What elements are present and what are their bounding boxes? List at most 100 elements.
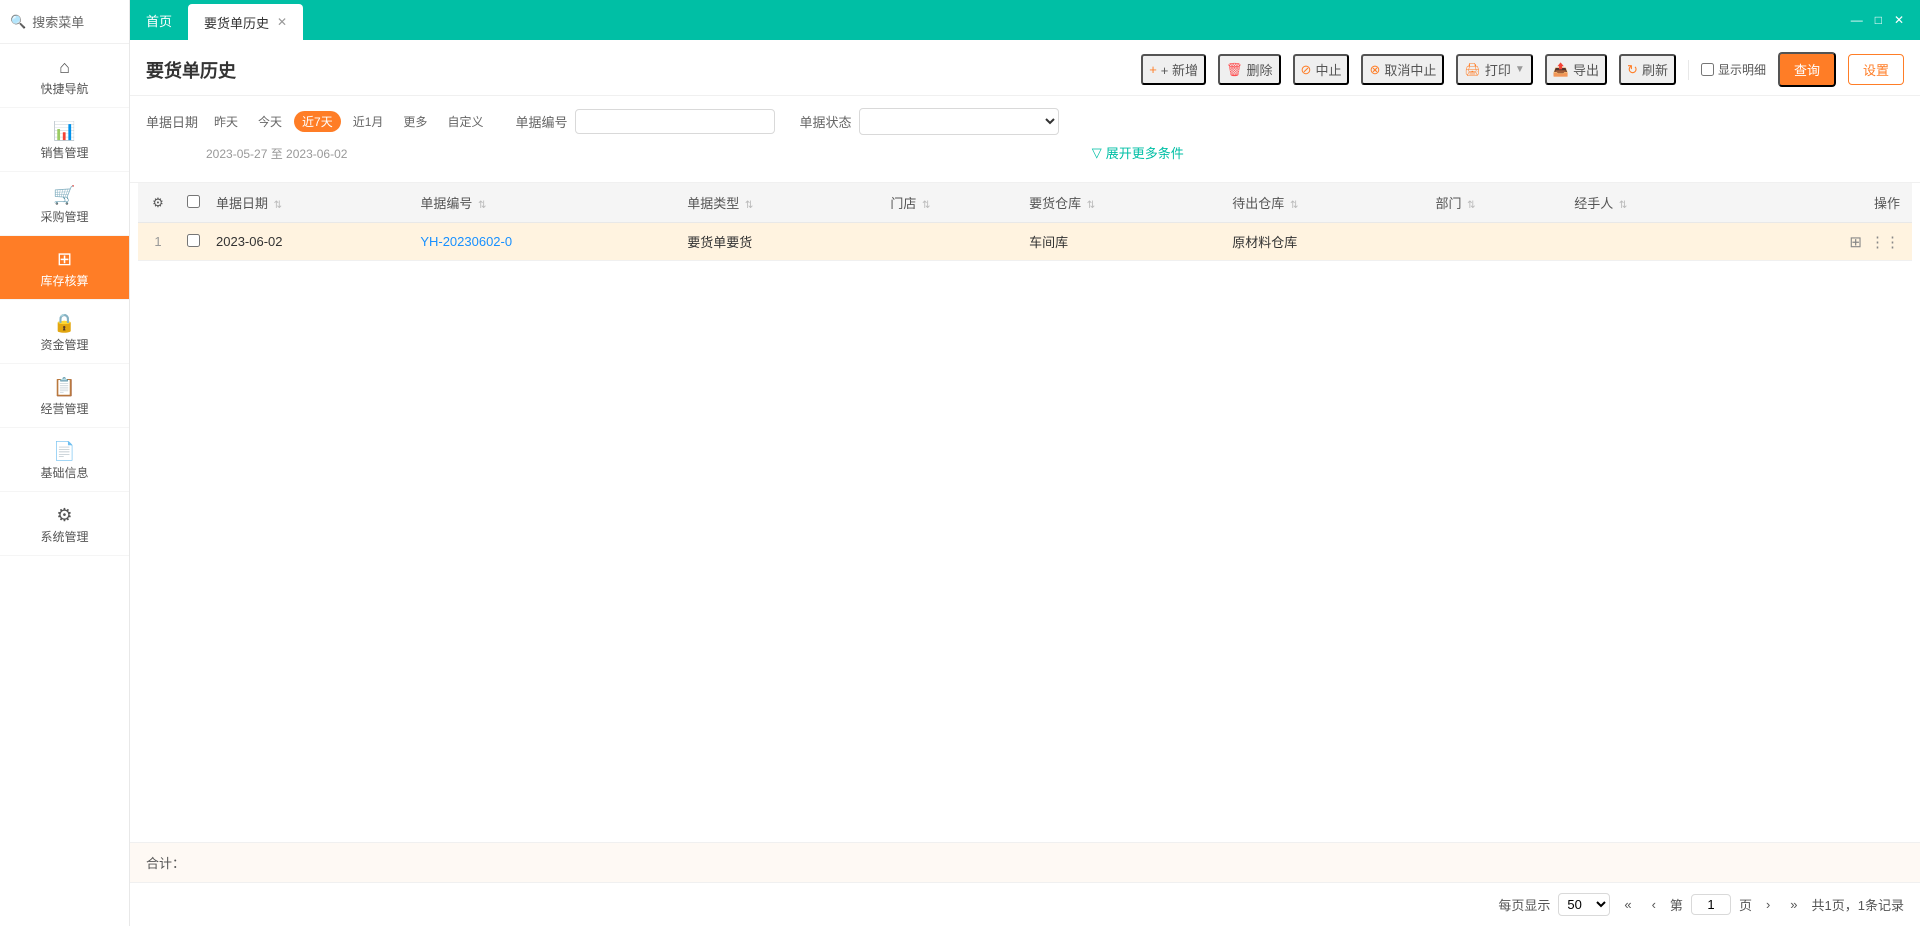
tab-requisition-history[interactable]: 要货单历史 ✕ bbox=[188, 4, 303, 40]
sort-icon-req-warehouse[interactable]: ⇅ bbox=[1087, 200, 1095, 211]
print-icon: 🖨 bbox=[1464, 62, 1481, 78]
settings-button[interactable]: 设置 bbox=[1848, 54, 1904, 85]
col-pending-warehouse-label: 待出仓库 bbox=[1232, 196, 1284, 211]
sidebar-search-label: 搜索菜单 bbox=[32, 12, 84, 31]
col-doc-date-label: 单据日期 bbox=[216, 196, 268, 211]
sidebar-item-operations[interactable]: 📋 经营管理 bbox=[0, 364, 129, 428]
col-doc-type-label: 单据类型 bbox=[687, 196, 739, 211]
sort-icon-doc-number[interactable]: ⇅ bbox=[478, 200, 486, 211]
col-settings[interactable]: ⚙ bbox=[138, 183, 178, 223]
window-close-btn[interactable]: ✕ bbox=[1894, 13, 1904, 27]
col-store: 门店 ⇅ bbox=[882, 183, 1021, 223]
expand-more-btn[interactable]: ▽ 展开更多条件 bbox=[1092, 143, 1184, 162]
sort-icon-department[interactable]: ⇅ bbox=[1467, 200, 1475, 211]
display-detail-toggle[interactable]: 显示明细 bbox=[1701, 61, 1766, 78]
topbar-right: — □ ✕ bbox=[1851, 13, 1920, 27]
delete-button[interactable]: 🗑 删除 bbox=[1218, 54, 1281, 85]
sort-icon-pending-warehouse[interactable]: ⇅ bbox=[1290, 200, 1298, 211]
sidebar-item-label: 采购管理 bbox=[40, 208, 88, 225]
filter-row-date-range: 2023-05-27 至 2023-06-02 ▽ 展开更多条件 bbox=[146, 143, 1904, 162]
page-header: 要货单历史 + + 新增 🗑 删除 ⊘ 中止 ⊗ 取消中止 bbox=[130, 40, 1920, 96]
first-page-btn[interactable]: « bbox=[1618, 895, 1637, 914]
row-more-btn[interactable]: ⋮⋮ bbox=[1870, 233, 1900, 251]
select-all-checkbox[interactable] bbox=[187, 195, 200, 208]
next-page-btn[interactable]: › bbox=[1760, 895, 1776, 914]
cancel-suspend-label: 取消中止 bbox=[1384, 60, 1436, 79]
col-doc-number: 单据编号 ⇅ bbox=[412, 183, 679, 223]
col-store-label: 门店 bbox=[890, 196, 916, 211]
refresh-button[interactable]: ↻ 刷新 bbox=[1619, 54, 1676, 85]
row-num: 1 bbox=[138, 223, 178, 261]
quick-nav-icon: ⌂ bbox=[59, 58, 70, 76]
last-page-btn[interactable]: » bbox=[1784, 895, 1803, 914]
current-page-input[interactable] bbox=[1691, 894, 1731, 915]
sidebar-item-label: 销售管理 bbox=[40, 144, 88, 161]
sidebar-item-label: 经营管理 bbox=[40, 400, 88, 417]
page-size-select[interactable]: 50 10 20 100 bbox=[1558, 893, 1610, 916]
display-detail-checkbox[interactable] bbox=[1701, 63, 1714, 76]
col-doc-type: 单据类型 ⇅ bbox=[679, 183, 882, 223]
sort-icon-doc-date[interactable]: ⇅ bbox=[274, 200, 282, 211]
date-btn-custom[interactable]: 自定义 bbox=[439, 111, 491, 132]
window-maximize-btn[interactable]: □ bbox=[1875, 13, 1882, 27]
date-btn-1month[interactable]: 近1月 bbox=[345, 111, 392, 132]
query-button[interactable]: 查询 bbox=[1778, 52, 1836, 87]
doc-status-select[interactable] bbox=[859, 108, 1059, 135]
suspend-icon: ⊘ bbox=[1301, 62, 1312, 78]
print-button[interactable]: 🖨 打印 ▼ bbox=[1456, 54, 1532, 85]
col-operations-label: 操作 bbox=[1874, 196, 1900, 211]
table-footer: 合计： bbox=[130, 842, 1920, 882]
row-checkbox[interactable] bbox=[187, 234, 200, 247]
expand-label: 展开更多条件 bbox=[1106, 143, 1184, 162]
export-button[interactable]: 📤 导出 bbox=[1545, 54, 1607, 85]
row-view-btn[interactable]: ⊞ bbox=[1849, 233, 1862, 251]
toolbar: + + 新增 🗑 删除 ⊘ 中止 ⊗ 取消中止 🖨 打印 bbox=[1141, 52, 1904, 87]
sidebar-item-basic-info[interactable]: 📄 基础信息 bbox=[0, 428, 129, 492]
sidebar-search[interactable]: 🔍 搜索菜单 bbox=[0, 0, 129, 44]
sidebar-item-inventory[interactable]: ⊞ 库存核算 bbox=[0, 236, 129, 300]
filter-area: 单据日期 昨天 今天 近7天 近1月 更多 自定义 单据编号 bbox=[130, 96, 1920, 183]
table-container: ⚙ 单据日期 ⇅ 单据编号 ⇅ bbox=[130, 183, 1920, 842]
new-button[interactable]: + + 新增 bbox=[1141, 54, 1206, 85]
purchase-icon: 🛒 bbox=[53, 186, 75, 204]
col-handler: 经手人 ⇅ bbox=[1566, 183, 1737, 223]
sort-icon-handler[interactable]: ⇅ bbox=[1619, 200, 1627, 211]
sidebar-item-purchase[interactable]: 🛒 采购管理 bbox=[0, 172, 129, 236]
finance-icon: 🔒 bbox=[53, 314, 75, 332]
delete-icon: 🗑 bbox=[1226, 62, 1243, 78]
cancel-suspend-button[interactable]: ⊗ 取消中止 bbox=[1361, 54, 1444, 85]
row-doc-number[interactable]: YH-20230602-0 bbox=[412, 223, 679, 261]
row-doc-type: 要货单要货 bbox=[679, 223, 882, 261]
doc-number-input[interactable] bbox=[575, 109, 775, 134]
date-btn-yesterday[interactable]: 昨天 bbox=[206, 111, 246, 132]
system-icon: ⚙ bbox=[56, 506, 72, 524]
date-btn-today[interactable]: 今天 bbox=[250, 111, 290, 132]
date-btn-more[interactable]: 更多 bbox=[395, 111, 435, 132]
date-range-text: 2023-05-27 至 2023-06-02 bbox=[206, 145, 347, 162]
suspend-button[interactable]: ⊘ 中止 bbox=[1293, 54, 1350, 85]
window-minimize-btn[interactable]: — bbox=[1851, 13, 1863, 27]
main: 首页 要货单历史 ✕ — □ ✕ 要货单历史 + + 新增 🗑 删除 bbox=[130, 0, 1920, 926]
row-store bbox=[882, 223, 1021, 261]
sidebar-item-finance[interactable]: 🔒 资金管理 bbox=[0, 300, 129, 364]
sidebar-item-label: 系统管理 bbox=[40, 528, 88, 545]
sort-icon-doc-type[interactable]: ⇅ bbox=[745, 200, 753, 211]
sidebar-item-sales[interactable]: 📊 销售管理 bbox=[0, 108, 129, 172]
export-label: 导出 bbox=[1573, 60, 1599, 79]
tab-close-icon[interactable]: ✕ bbox=[277, 15, 287, 29]
sidebar-item-label: 基础信息 bbox=[40, 464, 88, 481]
tab-requisition-label: 要货单历史 bbox=[204, 13, 269, 32]
print-label: 打印 bbox=[1485, 60, 1511, 79]
sales-icon: 📊 bbox=[53, 122, 75, 140]
tab-home[interactable]: 首页 bbox=[130, 0, 188, 40]
query-label: 查询 bbox=[1794, 60, 1820, 79]
suspend-label: 中止 bbox=[1315, 60, 1341, 79]
sidebar-item-quick-nav[interactable]: ⌂ 快捷导航 bbox=[0, 44, 129, 108]
col-department: 部门 ⇅ bbox=[1427, 183, 1566, 223]
col-settings-icon[interactable]: ⚙ bbox=[152, 195, 164, 210]
sort-icon-store[interactable]: ⇅ bbox=[922, 200, 930, 211]
date-btn-7days[interactable]: 近7天 bbox=[294, 111, 341, 132]
sidebar-item-system[interactable]: ⚙ 系统管理 bbox=[0, 492, 129, 556]
settings-label: 设置 bbox=[1863, 60, 1889, 79]
prev-page-btn[interactable]: ‹ bbox=[1646, 895, 1662, 914]
